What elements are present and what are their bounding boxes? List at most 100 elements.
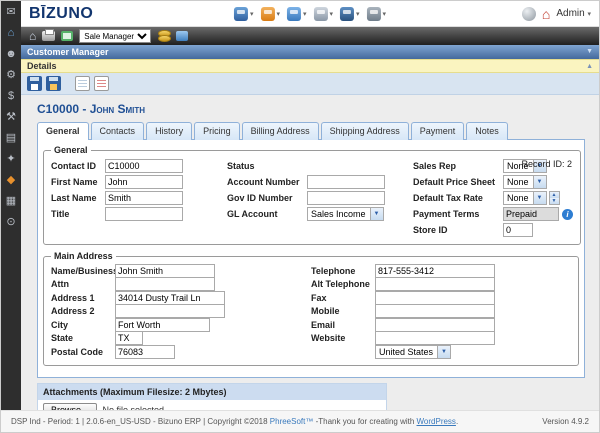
telephone-input[interactable] [375,264,495,278]
mobile-label: Mobile [311,306,375,316]
address1-input[interactable] [115,291,225,305]
settings-icon[interactable]: ⚙ [3,68,19,82]
collapse-up-icon[interactable]: ▲ [586,60,593,73]
module-ledger-button[interactable]: ▾ [340,7,360,21]
tools-icon[interactable]: ⚒ [3,110,19,124]
tab-contacts[interactable]: Contacts [91,122,145,140]
city-input[interactable] [115,318,210,332]
footer-left: DSP Ind - Period: 1 | 2.0.6-en_US-USD - … [11,417,458,426]
module-tools-button[interactable]: ▾ [367,7,387,21]
first-name-input[interactable] [105,175,183,189]
wordpress-link[interactable]: WordPress [417,417,456,426]
mobile-input[interactable] [375,304,495,318]
phreesoft-link[interactable]: PhreeSoft™ [270,417,314,426]
tax-rate-stepper[interactable]: ▲▼ [549,191,560,205]
country-value: United States [379,347,433,357]
account-number-input[interactable] [307,175,385,189]
store-id-input[interactable] [503,223,533,237]
address2-input[interactable] [115,304,225,318]
page-title: C10000 - John Smith [37,102,599,116]
name-business-input[interactable] [115,264,215,278]
attn-input[interactable] [115,277,215,291]
info-icon[interactable]: i [562,209,573,220]
website-input[interactable] [375,331,495,345]
main-area: BĪZUNO ▾ ▾ ▾ ▾ ▾ ▾ ⌂ Admin ▾ ⌂ Sale Mana… [21,1,599,410]
reports-icon[interactable]: ▦ [3,194,19,208]
website-label: Website [311,333,375,343]
tax-rate-select[interactable]: None▼ [503,191,547,205]
tax-rate-value: None [507,193,529,203]
folders-module-icon [260,7,274,21]
save-new-icon[interactable] [46,76,61,91]
top-header: BĪZUNO ▾ ▾ ▾ ▾ ▾ ▾ ⌂ Admin ▾ [21,1,599,27]
price-sheet-select[interactable]: None▼ [503,175,547,189]
ledger-icon[interactable]: ▤ [3,131,19,145]
payment-terms-input[interactable] [503,207,559,221]
tab-notes[interactable]: Notes [466,122,508,140]
tab-general[interactable]: General [37,122,89,140]
module-banking-button[interactable]: ▾ [314,7,334,21]
postal-code-input[interactable] [115,345,175,359]
address-col2: Telephone Alt Telephone Fax Mobile Email… [311,264,571,359]
module-contacts-button[interactable]: ▾ [287,7,307,21]
banking-icon[interactable]: $ [3,89,19,103]
print-icon[interactable] [42,31,55,41]
browse-button[interactable]: Browse... [43,403,97,411]
save-icon[interactable] [27,76,42,91]
module-inventory-button[interactable]: ▾ [234,7,254,21]
admin-label: Admin [556,8,584,19]
gl-account-value: Sales Income [311,209,366,219]
module-folders-button[interactable]: ▾ [260,7,280,21]
gl-account-select[interactable]: Sales Income▼ [307,207,384,221]
cart-icon[interactable]: ◆ [3,173,19,187]
portal-home-icon[interactable]: ⌂ [542,7,550,21]
title-input[interactable] [105,207,183,221]
contact-id-input[interactable] [105,159,183,173]
power-icon[interactable]: ⊙ [3,215,19,229]
tools-module-icon [367,7,381,21]
spin-down-icon: ▼ [550,198,559,204]
tab-payment[interactable]: Payment [411,122,465,140]
ledger-module-icon [340,7,354,21]
nav-home-icon[interactable]: ⌂ [29,30,36,42]
state-label: State [51,333,115,343]
fax-label: Fax [311,293,375,303]
attn-label: Attn [51,279,115,289]
alt-telephone-input[interactable] [375,277,495,291]
email-form-icon[interactable] [94,76,109,91]
address2-label: Address 2 [51,306,115,316]
email-input[interactable] [375,318,495,332]
last-name-input[interactable] [105,191,183,205]
file-upload-row: Browse... No file selected. [38,400,386,411]
payment-terms-label: Payment Terms [413,209,503,219]
globe-icon[interactable] [522,7,536,21]
role-select[interactable]: Sale Manager [79,29,151,43]
address-grid: Name/Business Attn Address 1 Address 2 C… [51,264,571,359]
tab-pricing[interactable]: Pricing [194,122,240,140]
print-form-icon[interactable] [75,76,90,91]
mail-icon[interactable]: ✉ [3,5,19,19]
coins-icon[interactable] [157,30,170,42]
fax-input[interactable] [375,291,495,305]
contacts-icon[interactable]: ☻ [3,47,19,61]
sales-rep-label: Sales Rep [413,161,503,171]
gov-id-input[interactable] [307,191,385,205]
customer-manager-title: Customer Manager [27,45,109,59]
bank-module-icon [314,7,328,21]
tab-billing-address[interactable]: Billing Address [242,122,319,140]
country-select[interactable]: United States▼ [375,345,451,359]
state-input[interactable] [115,331,143,345]
general-col2: Status Account Number Gov ID Number GL A… [227,158,405,238]
gl-account-label: GL Account [227,209,307,219]
education-icon[interactable]: ✦ [3,152,19,166]
chat-icon[interactable] [176,31,188,41]
tab-history[interactable]: History [146,122,192,140]
admin-menu[interactable]: Admin ▾ [556,8,591,19]
footer-dot: . [456,417,458,426]
collapse-down-icon[interactable]: ▼ [586,45,593,59]
chevron-down-icon: ▾ [356,10,360,18]
tab-shipping-address[interactable]: Shipping Address [321,122,409,140]
home-icon[interactable]: ⌂ [3,26,19,40]
screen-icon[interactable] [61,31,73,41]
details-bar: Details ▲ [21,59,599,73]
